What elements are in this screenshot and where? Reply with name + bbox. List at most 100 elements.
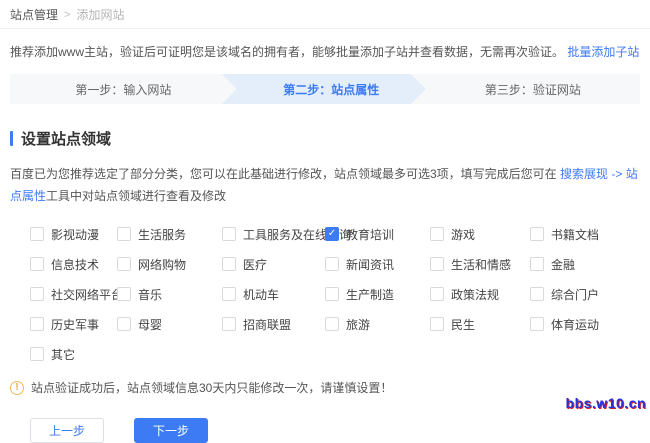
category-option[interactable]: 书籍文档 — [530, 226, 642, 243]
arrow-text: -> — [608, 167, 626, 181]
category-row: 社交网络平台 音乐 机动车 生产制造 政策法规 综合门户 — [30, 279, 650, 309]
category-label: 招商联盟 — [243, 317, 292, 332]
category-option[interactable]: 机动车 — [222, 286, 325, 303]
category-label: 生活服务 — [138, 227, 187, 242]
category-option[interactable]: 政策法规 — [430, 286, 530, 303]
checkbox-icon[interactable] — [30, 227, 44, 241]
checkbox-icon[interactable] — [117, 317, 131, 331]
checkbox-icon[interactable] — [222, 227, 236, 241]
category-label: 政策法规 — [451, 287, 500, 302]
category-option[interactable]: 网络购物 — [117, 256, 222, 273]
checkbox-icon[interactable] — [222, 317, 236, 331]
category-row: 历史军事 母婴 招商联盟 旅游 民生 体育运动 — [30, 309, 650, 339]
category-label: 机动车 — [243, 287, 280, 302]
intro-description: 推荐添加www主站，验证后可证明您是该域名的拥有者，能够批量添加子站并查看数据，… — [10, 45, 565, 59]
category-option[interactable]: 新闻资讯 — [325, 256, 430, 273]
checkbox-icon[interactable] — [430, 287, 444, 301]
step-progress-bar: 第一步：输入网站 第二步：站点属性 第三步：验证网站 — [10, 74, 640, 104]
category-option[interactable]: 音乐 — [117, 286, 222, 303]
category-option[interactable]: 民生 — [430, 316, 530, 333]
category-label: 体育运动 — [551, 317, 600, 332]
category-option[interactable]: 生活和情感 — [430, 256, 530, 273]
category-label: 母婴 — [138, 317, 163, 332]
checkbox-icon[interactable] — [325, 287, 339, 301]
category-label: 社交网络平台 — [51, 287, 124, 302]
checkbox-icon[interactable] — [530, 257, 544, 271]
checkbox-icon[interactable] — [325, 317, 339, 331]
category-option[interactable]: 社交网络平台 — [30, 286, 123, 303]
category-row: 其它 — [30, 339, 650, 369]
checkbox-icon[interactable] — [325, 257, 339, 271]
checkbox-checked-icon[interactable]: ✓ — [325, 227, 339, 241]
breadcrumb: 站点管理 > 添加网站 — [0, 0, 650, 29]
category-row: 影视动漫 生活服务 工具服务及在线查询 ✓ 教育培训 游戏 书籍文档 — [30, 219, 650, 249]
checkbox-icon[interactable] — [117, 227, 131, 241]
category-option[interactable]: 游戏 — [430, 226, 530, 243]
search-display-link[interactable]: 搜索展现 — [560, 167, 608, 181]
category-option[interactable]: 旅游 — [325, 316, 430, 333]
batch-add-subsite-link[interactable]: 批量添加子站 — [567, 45, 639, 59]
checkbox-icon[interactable] — [430, 227, 444, 241]
category-label: 民生 — [451, 317, 476, 332]
category-label: 游戏 — [451, 227, 476, 242]
warning-icon: ! — [10, 380, 24, 395]
category-label: 生产制造 — [346, 287, 395, 302]
checkbox-icon[interactable] — [530, 287, 544, 301]
section-desc-before: 百度已为您推荐选定了部分分类，您可以在此基础进行修改，站点领域最多可选3项，填写… — [10, 167, 561, 181]
category-option[interactable]: ✓ 教育培训 — [325, 226, 430, 243]
category-option[interactable]: 信息技术 — [30, 256, 117, 273]
category-label: 信息技术 — [51, 257, 100, 272]
category-row: 信息技术 网络购物 医疗 新闻资讯 生活和情感 金融 — [30, 249, 650, 279]
checkbox-icon[interactable] — [117, 257, 131, 271]
checkbox-icon[interactable] — [30, 347, 44, 361]
category-option[interactable]: 影视动漫 — [30, 226, 117, 243]
category-grid: 影视动漫 生活服务 工具服务及在线查询 ✓ 教育培训 游戏 书籍文档信息技术 网络购物 医疗 新闻… — [30, 219, 650, 369]
category-label: 生活和情感 — [451, 257, 512, 272]
category-option[interactable]: 历史军事 — [30, 316, 117, 333]
checkbox-icon[interactable] — [430, 257, 444, 271]
intro-text: 推荐添加www主站，验证后可证明您是该域名的拥有者，能够批量添加子站并查看数据，… — [0, 29, 650, 60]
step-1-enter-site: 第一步：输入网站 — [75, 82, 172, 97]
checkbox-icon[interactable] — [430, 317, 444, 331]
checkbox-icon[interactable] — [530, 317, 544, 331]
checkbox-icon[interactable] — [117, 287, 131, 301]
checkbox-icon[interactable] — [530, 227, 544, 241]
category-label: 书籍文档 — [551, 227, 600, 242]
category-option[interactable]: 母婴 — [117, 316, 222, 333]
checkbox-icon[interactable] — [30, 287, 44, 301]
category-option[interactable]: 综合门户 — [530, 286, 642, 303]
category-label: 综合门户 — [551, 287, 600, 302]
section-header: 设置站点领域 — [10, 128, 640, 149]
step-2-site-attributes: 第二步：站点属性 — [222, 74, 426, 104]
category-option[interactable]: 其它 — [30, 346, 117, 363]
section-accent-bar — [10, 131, 13, 146]
checkbox-icon[interactable] — [222, 287, 236, 301]
category-label: 新闻资讯 — [346, 257, 395, 272]
checkbox-icon[interactable] — [222, 257, 236, 271]
previous-step-button[interactable]: 上一步 — [30, 418, 105, 443]
category-option[interactable]: 金融 — [530, 256, 642, 273]
warning-note: ! 站点验证成功后，站点领域信息30天内只能修改一次，请谨慎设置！ — [10, 379, 640, 396]
section-desc-after: 工具中对站点领域进行查看及修改 — [46, 189, 227, 203]
checkbox-icon[interactable] — [30, 317, 44, 331]
category-option[interactable]: 生产制造 — [325, 286, 430, 303]
next-step-button[interactable]: 下一步 — [134, 418, 209, 443]
checkbox-icon[interactable] — [30, 257, 44, 271]
category-label: 医疗 — [243, 257, 268, 272]
add-site-page: 站点管理 > 添加网站 推荐添加www主站，验证后可证明您是该域名的拥有者，能够… — [0, 0, 650, 443]
category-label: 网络购物 — [138, 257, 187, 272]
category-option[interactable]: 生活服务 — [117, 226, 222, 243]
category-label: 其它 — [51, 347, 76, 362]
watermark-text: bbs.w10.cn — [565, 395, 646, 411]
category-option[interactable]: 招商联盟 — [222, 316, 325, 333]
category-option[interactable]: 工具服务及在线查询 — [222, 226, 351, 243]
category-option[interactable]: 医疗 — [222, 256, 325, 273]
section-description: 百度已为您推荐选定了部分分类，您可以在此基础进行修改，站点领域最多可选3项，填写… — [10, 163, 640, 207]
button-row: 上一步 下一步 — [30, 418, 650, 443]
category-option[interactable]: 体育运动 — [530, 316, 642, 333]
category-label: 金融 — [551, 257, 576, 272]
category-label: 影视动漫 — [51, 227, 100, 242]
category-label: 音乐 — [138, 287, 163, 302]
breadcrumb-site-management[interactable]: 站点管理 — [10, 6, 58, 23]
breadcrumb-add-site: 添加网站 — [76, 8, 125, 22]
